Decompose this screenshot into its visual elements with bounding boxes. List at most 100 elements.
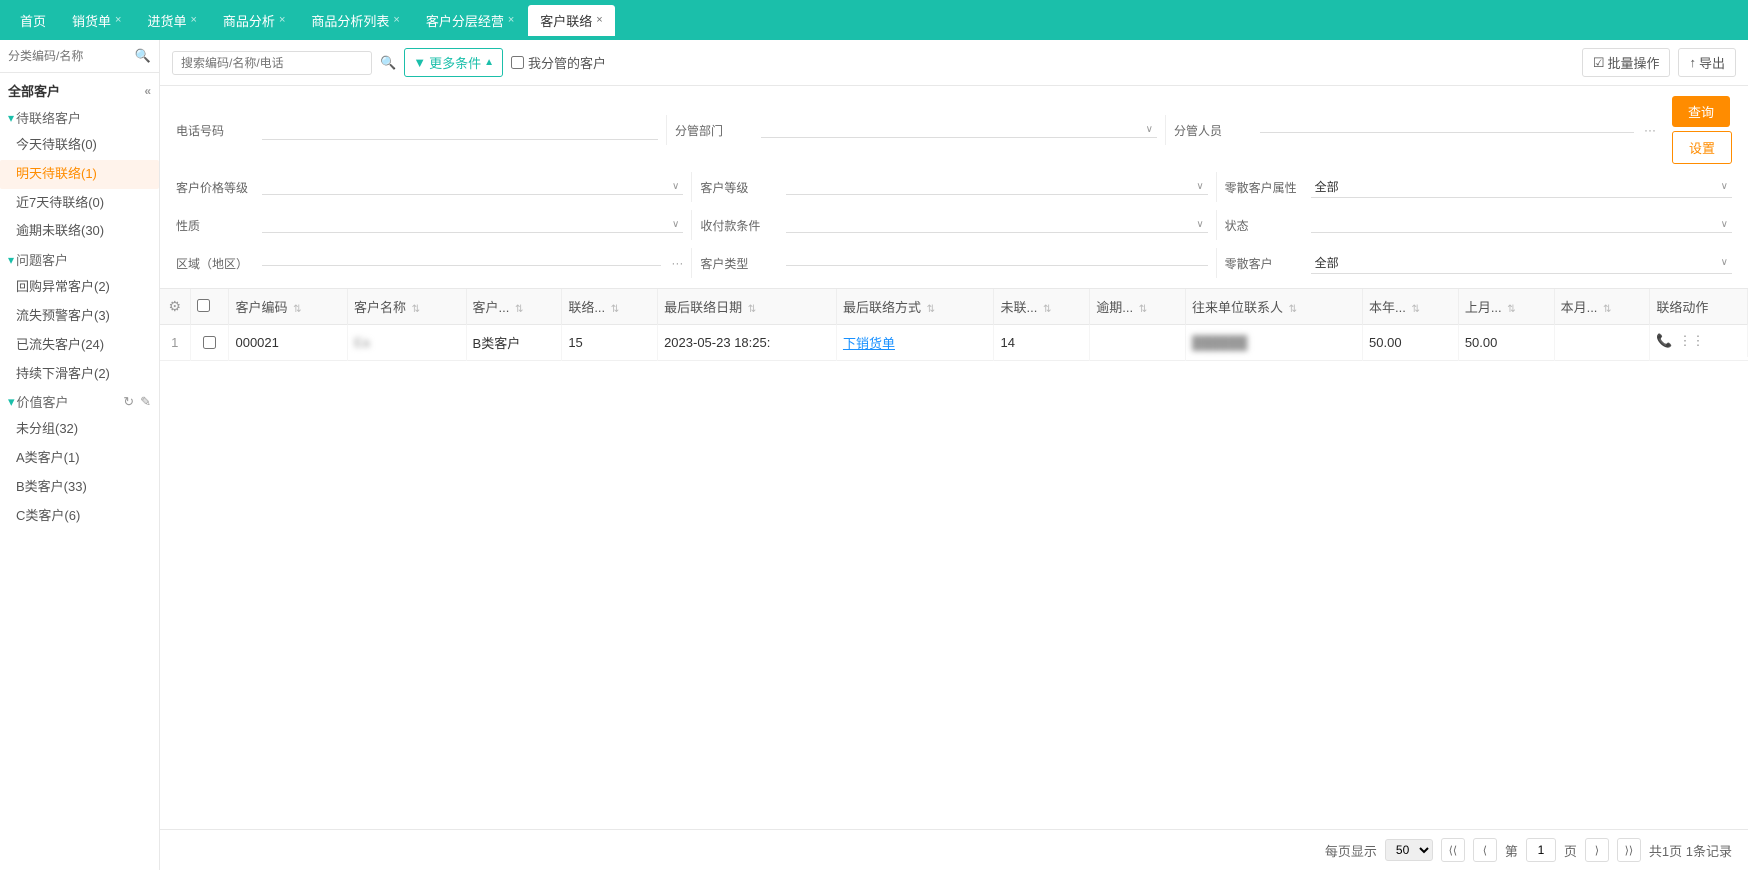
sidebar-search-input[interactable]	[8, 49, 131, 63]
nav-purchase-close[interactable]: ×	[190, 14, 196, 26]
row-more-icon[interactable]: ⋮⋮	[1679, 333, 1705, 349]
sidebar-item-b-type[interactable]: B类客户(33)	[0, 473, 159, 502]
sidebar-item-ungrouped[interactable]: 未分组(32)	[0, 415, 159, 444]
sort-name-icon[interactable]: ⇅	[412, 304, 420, 315]
filter-icon: ▼	[413, 55, 426, 70]
my-customers-checkbox-label[interactable]: 我分管的客户	[511, 53, 606, 72]
dept-label: 分管部门	[675, 122, 755, 139]
search-icon[interactable]: 🔍	[380, 55, 396, 71]
th-no-contact: 未联... ⇅	[994, 289, 1090, 325]
payment-select[interactable]: ∨	[786, 217, 1207, 233]
nav-product-analysis[interactable]: 商品分析 ×	[211, 5, 297, 36]
query-btn[interactable]: 查询	[1672, 96, 1730, 127]
my-customers-checkbox[interactable]	[511, 56, 524, 69]
customer-type-select[interactable]	[786, 261, 1207, 266]
sidebar-item-churned[interactable]: 已流失客户(24)	[0, 331, 159, 360]
more-conditions-btn[interactable]: ▼ 更多条件 ▲	[404, 48, 503, 77]
nav-customer-contact[interactable]: 客户联络 ×	[528, 5, 614, 36]
page-label: 第	[1505, 841, 1518, 860]
sidebar-pending-section: 待联络客户	[0, 104, 159, 131]
sort-code-icon[interactable]: ⇅	[293, 304, 301, 315]
sort-overdue-icon[interactable]: ⇅	[1139, 304, 1147, 315]
sidebar-item-c-type[interactable]: C类客户(6)	[0, 502, 159, 531]
th-type: 客户... ⇅	[466, 289, 562, 325]
sort-type-icon[interactable]: ⇅	[515, 304, 523, 315]
nav-product-analysis-list-close[interactable]: ×	[393, 14, 399, 26]
customer-price-label: 客户价格等级	[176, 179, 256, 196]
person-select[interactable]	[1260, 128, 1634, 133]
customer-price-field: 客户价格等级 ∨	[176, 179, 683, 196]
nav-customer-tier-close[interactable]: ×	[508, 14, 514, 26]
sidebar-item-declining[interactable]: 持续下滑客户(2)	[0, 360, 159, 389]
export-btn[interactable]: ↑ 导出	[1678, 48, 1736, 77]
th-contact: 联络... ⇅	[562, 289, 658, 325]
retail-customer-select[interactable]: 全部 ∨	[1311, 252, 1732, 274]
retail-attr-select[interactable]: 全部 ∨	[1311, 176, 1732, 198]
retail-attr-field: 零散客户属性 全部 ∨	[1225, 176, 1732, 198]
nav-customer-contact-close[interactable]: ×	[596, 14, 602, 26]
nav-salesorder[interactable]: 销货单 ×	[60, 5, 133, 36]
sidebar-value-section: ▾ 价值客户 ↻ ✎	[0, 388, 159, 415]
customer-level-field: 客户等级 ∨	[700, 179, 1207, 196]
retail-customer-chevron-icon: ∨	[1721, 257, 1728, 268]
nav-product-analysis-close[interactable]: ×	[279, 14, 285, 26]
page-first-btn[interactable]: ⟨⟨	[1441, 838, 1465, 862]
batch-operation-btn[interactable]: ☑ 批量操作	[1582, 48, 1671, 77]
customer-price-select[interactable]: ∨	[262, 179, 683, 195]
phone-input[interactable]	[262, 121, 658, 140]
nav-product-analysis-list[interactable]: 商品分析列表 ×	[299, 5, 411, 36]
nav-customer-tier[interactable]: 客户分层经营 ×	[414, 5, 526, 36]
row-checkbox[interactable]	[203, 336, 216, 349]
nav-home[interactable]: 首页	[8, 5, 58, 36]
sidebar-item-repurchase-anomaly[interactable]: 回购异常客户(2)	[0, 273, 159, 302]
value-refresh-icon[interactable]: ↻	[123, 394, 134, 410]
page-prev-btn[interactable]: ⟨	[1473, 838, 1497, 862]
status-select[interactable]: ∨	[1311, 217, 1732, 233]
sort-thismonth-icon[interactable]: ⇅	[1603, 304, 1611, 315]
table-gear-icon[interactable]: ⚙	[168, 298, 181, 314]
value-edit-icon[interactable]: ✎	[140, 394, 151, 410]
sort-method-icon[interactable]: ⇅	[927, 304, 935, 315]
sort-nocontact-icon[interactable]: ⇅	[1043, 304, 1051, 315]
sidebar-item-a-type[interactable]: A类客户(1)	[0, 444, 159, 473]
page-num-input[interactable]	[1526, 838, 1556, 862]
sidebar-item-overdue[interactable]: 逾期未联络(30)	[0, 217, 159, 246]
dept-select[interactable]: ∨	[761, 122, 1157, 138]
person-more-icon[interactable]: ···	[1644, 123, 1656, 137]
area-more-icon[interactable]: ···	[671, 256, 683, 270]
td-code: 000021	[229, 325, 348, 361]
area-select[interactable]	[262, 261, 661, 266]
search-input[interactable]	[172, 51, 372, 75]
sort-contact-icon[interactable]: ⇅	[611, 304, 619, 315]
status-chevron-icon: ∨	[1721, 219, 1728, 230]
sort-date-icon[interactable]: ⇅	[748, 304, 756, 315]
row-phone-icon[interactable]: 📞	[1656, 333, 1672, 349]
th-last-contact-method: 最后联络方式 ⇅	[836, 289, 994, 325]
th-checkbox	[190, 289, 229, 325]
page-last-btn[interactable]: ⟩⟩	[1617, 838, 1641, 862]
sidebar-item-tomorrow[interactable]: 明天待联络(1)	[0, 160, 159, 189]
person-field: 分管人员 ···	[1174, 122, 1656, 139]
sidebar-item-today[interactable]: 今天待联络(0)	[0, 131, 159, 160]
sidebar-search-icon[interactable]: 🔍	[135, 48, 151, 64]
sidebar-collapse-icon[interactable]: «	[144, 84, 151, 98]
setting-btn[interactable]: 设置	[1672, 131, 1732, 164]
sidebar-item-7days[interactable]: 近7天待联络(0)	[0, 189, 159, 218]
top-nav: 首页 销货单 × 进货单 × 商品分析 × 商品分析列表 × 客户分层经营 × …	[0, 0, 1748, 40]
payment-label: 收付款条件	[700, 217, 780, 234]
sidebar-item-churn-warning[interactable]: 流失预警客户(3)	[0, 302, 159, 331]
customer-level-select[interactable]: ∨	[786, 179, 1207, 195]
sort-company-contact-icon[interactable]: ⇅	[1289, 304, 1297, 315]
per-page-select[interactable]: 50	[1385, 839, 1433, 861]
sort-thisyear-icon[interactable]: ⇅	[1412, 304, 1420, 315]
sidebar-all-customers-header[interactable]: 全部客户 «	[0, 73, 159, 104]
contact-method-link[interactable]: 下销货单	[843, 336, 895, 351]
nav-salesorder-close[interactable]: ×	[115, 14, 121, 26]
gender-select[interactable]: ∨	[262, 217, 683, 233]
page-next-btn[interactable]: ⟩	[1585, 838, 1609, 862]
select-all-checkbox[interactable]	[197, 299, 210, 312]
nav-purchase[interactable]: 进货单 ×	[135, 5, 208, 36]
sort-lastmonth-icon[interactable]: ⇅	[1507, 304, 1515, 315]
export-label: 导出	[1699, 53, 1725, 72]
td-name: Ea	[348, 325, 467, 361]
